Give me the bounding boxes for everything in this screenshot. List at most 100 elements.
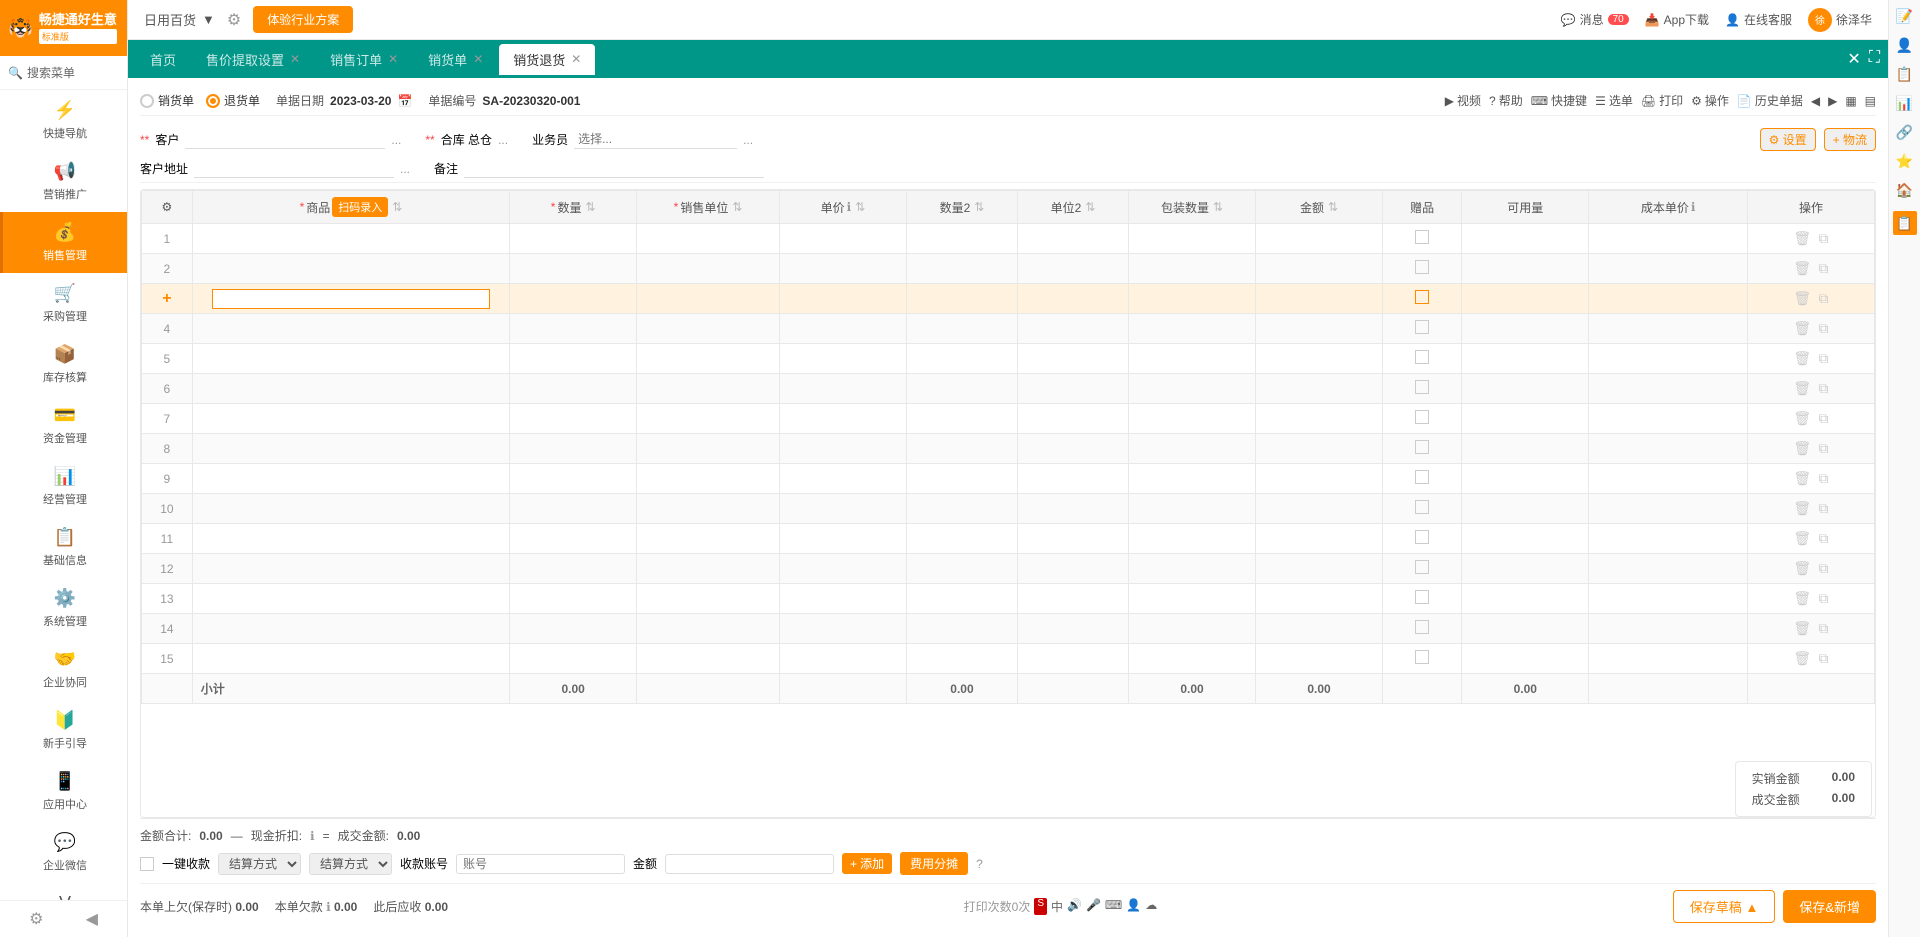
unit-cell[interactable] bbox=[637, 494, 780, 524]
sidebar-item-marketing[interactable]: 📢 营销推广 bbox=[0, 151, 127, 212]
product-input[interactable] bbox=[212, 289, 490, 309]
settings-button[interactable]: ⚙ 设置 bbox=[1760, 128, 1816, 151]
sort-icon-amount[interactable]: ⇅ bbox=[1328, 200, 1338, 214]
delete-btn[interactable]: 🗑 bbox=[1793, 470, 1811, 486]
unit-cell[interactable] bbox=[637, 254, 780, 284]
shortcut-btn[interactable]: ⌨ 快捷键 bbox=[1531, 92, 1587, 109]
qty-cell[interactable] bbox=[510, 644, 637, 674]
qty2-cell[interactable] bbox=[906, 254, 1017, 284]
price-cell[interactable] bbox=[779, 254, 906, 284]
operate-btn[interactable]: ⚙ 操作 bbox=[1691, 92, 1729, 109]
gift-checkbox[interactable] bbox=[1415, 530, 1429, 544]
message-item[interactable]: 💬 消息 70 bbox=[1561, 11, 1629, 28]
tab-sales-order[interactable]: 销售订单 ✕ bbox=[316, 44, 412, 75]
delete-btn[interactable]: 🗑 bbox=[1793, 530, 1811, 546]
amount-cell[interactable] bbox=[1256, 464, 1383, 494]
add-row-cell[interactable]: + bbox=[142, 284, 193, 314]
price-cell[interactable] bbox=[779, 614, 906, 644]
search-menu[interactable]: 🔍 搜索菜单 bbox=[0, 56, 127, 90]
packqty-cell[interactable] bbox=[1129, 614, 1256, 644]
delete-btn[interactable]: 🗑 bbox=[1793, 260, 1811, 276]
delete-btn[interactable]: 🗑 bbox=[1793, 290, 1811, 306]
copy-btn[interactable]: ⧉ bbox=[1819, 260, 1829, 276]
qty2-cell[interactable] bbox=[906, 464, 1017, 494]
packqty-cell[interactable] bbox=[1129, 584, 1256, 614]
packqty-cell[interactable] bbox=[1129, 224, 1256, 254]
sidebar-item-system[interactable]: ⚙️ 系统管理 bbox=[0, 578, 127, 639]
price-cell[interactable] bbox=[779, 554, 906, 584]
qty-cell[interactable] bbox=[510, 524, 637, 554]
sidebar-item-sales[interactable]: 💰 销售管理 bbox=[0, 212, 127, 273]
amount-input[interactable] bbox=[665, 854, 834, 874]
gift-checkbox[interactable] bbox=[1415, 410, 1429, 424]
unit2-cell[interactable] bbox=[1017, 224, 1128, 254]
qty-cell[interactable] bbox=[510, 554, 637, 584]
qty-cell[interactable] bbox=[510, 494, 637, 524]
qty-cell[interactable] bbox=[510, 434, 637, 464]
qty2-cell[interactable] bbox=[906, 584, 1017, 614]
unit2-cell[interactable] bbox=[1017, 404, 1128, 434]
copy-btn[interactable]: ⧉ bbox=[1819, 620, 1829, 636]
gift-cell[interactable] bbox=[1382, 614, 1461, 644]
amount-cell[interactable] bbox=[1256, 644, 1383, 674]
qty-cell[interactable] bbox=[510, 254, 637, 284]
sidebar-item-wechat[interactable]: 💬 企业微信 bbox=[0, 822, 127, 883]
qty-cell[interactable] bbox=[510, 224, 637, 254]
tab-close-icon[interactable]: ✕ bbox=[571, 52, 581, 66]
unit-cell[interactable] bbox=[637, 224, 780, 254]
tab-close-all-icon[interactable]: ✕ bbox=[1847, 49, 1860, 69]
delete-btn[interactable]: 🗑 bbox=[1793, 560, 1811, 576]
copy-btn[interactable]: ⧉ bbox=[1819, 410, 1829, 426]
right-panel-icon-1[interactable]: 📝 bbox=[1896, 8, 1913, 25]
user-item[interactable]: 徐 徐泽华 bbox=[1808, 8, 1872, 32]
unit-cell[interactable] bbox=[637, 524, 780, 554]
th-gear[interactable]: ⚙ bbox=[142, 191, 193, 224]
sidebar-item-vip[interactable]: V 畅会员 bbox=[0, 883, 127, 900]
tab-maximize-icon[interactable]: ⛶ bbox=[1869, 49, 1880, 69]
gift-cell[interactable] bbox=[1382, 314, 1461, 344]
unit-cell[interactable] bbox=[637, 554, 780, 584]
tab-sales-delivery[interactable]: 销货单 ✕ bbox=[414, 44, 497, 75]
address-dots-btn[interactable]: ... bbox=[400, 162, 410, 176]
product-cell[interactable] bbox=[192, 584, 509, 614]
product-cell[interactable] bbox=[192, 554, 509, 584]
unit2-cell[interactable] bbox=[1017, 644, 1128, 674]
qty2-cell[interactable] bbox=[906, 344, 1017, 374]
gift-cell[interactable] bbox=[1382, 404, 1461, 434]
note-input[interactable] bbox=[464, 159, 764, 178]
copy-btn[interactable]: ⧉ bbox=[1819, 590, 1829, 606]
price-cell[interactable] bbox=[779, 644, 906, 674]
gift-checkbox[interactable] bbox=[1415, 290, 1429, 304]
price-cell[interactable] bbox=[779, 314, 906, 344]
prev-btn[interactable]: ◀ bbox=[1811, 92, 1820, 109]
unit-cell[interactable] bbox=[637, 314, 780, 344]
price-cell[interactable] bbox=[779, 584, 906, 614]
amount-cell[interactable] bbox=[1256, 614, 1383, 644]
right-panel-icon-7[interactable]: 🏠 bbox=[1896, 182, 1913, 199]
sort-icon[interactable]: ⇅ bbox=[392, 200, 402, 214]
warehouse-dots-btn[interactable]: ... bbox=[498, 133, 508, 147]
history-btn[interactable]: 📄 历史单据 bbox=[1737, 92, 1803, 109]
sidebar-item-shortcuts[interactable]: ⚡ 快捷导航 bbox=[0, 90, 127, 151]
qty2-cell[interactable] bbox=[906, 374, 1017, 404]
unit2-cell[interactable] bbox=[1017, 554, 1128, 584]
unit-cell[interactable] bbox=[637, 644, 780, 674]
product-cell[interactable] bbox=[192, 644, 509, 674]
price-cell[interactable] bbox=[779, 494, 906, 524]
qty2-cell[interactable] bbox=[906, 614, 1017, 644]
amount-cell[interactable] bbox=[1256, 284, 1383, 314]
amount-cell[interactable] bbox=[1256, 224, 1383, 254]
print-btn[interactable]: 🖨 打印 bbox=[1641, 92, 1683, 109]
gift-cell[interactable] bbox=[1382, 644, 1461, 674]
detail-view-btn[interactable]: ▤ bbox=[1865, 92, 1876, 109]
daily-select[interactable]: 日用百货 ▼ bbox=[144, 10, 215, 29]
unit-cell[interactable] bbox=[637, 374, 780, 404]
tab-close-icon[interactable]: ✕ bbox=[290, 52, 300, 66]
calendar-icon[interactable]: 📅 bbox=[397, 94, 412, 108]
tab-sales-return[interactable]: 销货退货 ✕ bbox=[499, 44, 595, 75]
sort-icon-qty[interactable]: ⇅ bbox=[585, 200, 595, 214]
sidebar-item-appstore[interactable]: 📱 应用中心 bbox=[0, 761, 127, 822]
sort-icon-price[interactable]: ⇅ bbox=[855, 200, 865, 214]
list-view-btn[interactable]: ▦ bbox=[1845, 92, 1856, 109]
tab-close-icon[interactable]: ✕ bbox=[388, 52, 398, 66]
